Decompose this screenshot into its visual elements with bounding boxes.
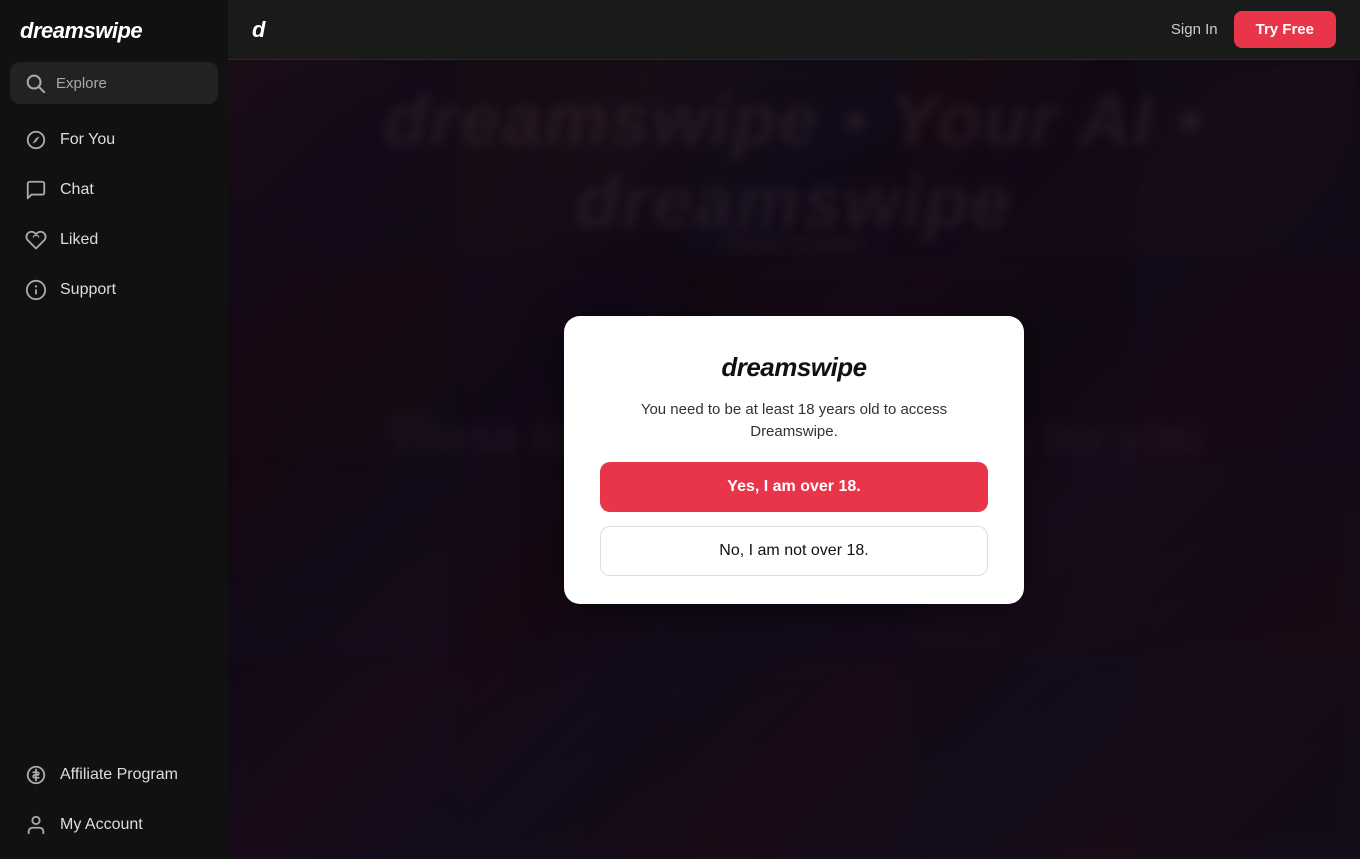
tryfree-button[interactable]: Try Free <box>1234 11 1336 48</box>
sidebar-item-liked[interactable]: Liked <box>10 216 218 264</box>
heart-icon <box>24 228 48 252</box>
sidebar-item-account[interactable]: My Account <box>10 801 218 849</box>
search-icon <box>24 72 46 94</box>
topbar-logo: d <box>252 17 265 43</box>
explore-button[interactable]: Explore <box>10 62 218 104</box>
chat-label: Chat <box>60 181 94 199</box>
content-area: dreamswipe • Your AI • dreamswipe discov… <box>228 60 1360 859</box>
support-label: Support <box>60 281 116 299</box>
signin-button[interactable]: Sign In <box>1171 21 1218 38</box>
account-label: My Account <box>60 816 143 834</box>
age-verification-modal: dreamswipe You need to be at least 18 ye… <box>564 316 1024 604</box>
sidebar-bottom: Affiliate Program My Account <box>0 741 228 859</box>
sidebar-item-chat[interactable]: Chat <box>10 166 218 214</box>
main-content: d Sign In Try Free <box>228 0 1360 859</box>
sidebar-logo[interactable]: dreamswipe <box>0 0 228 58</box>
modal-logo: dreamswipe <box>721 352 866 383</box>
modal-message: You need to be at least 18 years old to … <box>600 399 988 444</box>
explore-label: Explore <box>56 75 107 92</box>
age-verification-overlay: dreamswipe You need to be at least 18 ye… <box>228 60 1360 859</box>
compass-icon <box>24 128 48 152</box>
no-not-over-18-button[interactable]: No, I am not over 18. <box>600 526 988 576</box>
chat-icon <box>24 178 48 202</box>
yes-over-18-button[interactable]: Yes, I am over 18. <box>600 462 988 512</box>
liked-label: Liked <box>60 231 98 249</box>
dollar-icon <box>24 763 48 787</box>
affiliate-label: Affiliate Program <box>60 766 178 784</box>
person-icon <box>24 813 48 837</box>
info-icon <box>24 278 48 302</box>
topbar: d Sign In Try Free <box>228 0 1360 60</box>
sidebar: dreamswipe Explore For You <box>0 0 228 859</box>
sidebar-item-support[interactable]: Support <box>10 266 218 314</box>
sidebar-item-affiliate[interactable]: Affiliate Program <box>10 751 218 799</box>
sidebar-nav: For You Chat Liked <box>0 112 228 318</box>
sidebar-item-for-you[interactable]: For You <box>10 116 218 164</box>
for-you-label: For You <box>60 131 115 149</box>
